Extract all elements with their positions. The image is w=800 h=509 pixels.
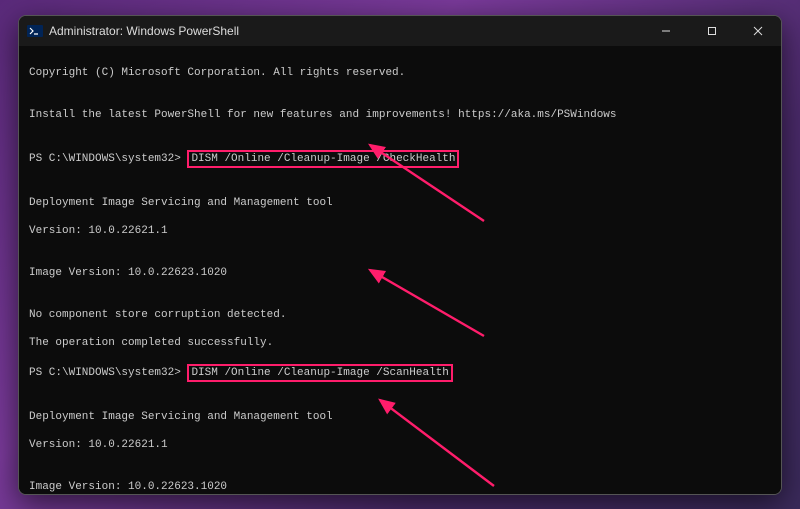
output-line: Version: 10.0.22621.1 — [29, 224, 771, 238]
window-title: Administrator: Windows PowerShell — [49, 24, 239, 38]
minimize-icon — [661, 26, 671, 36]
output-line: Image Version: 10.0.22623.1020 — [29, 480, 771, 494]
output-line: The operation completed successfully. — [29, 336, 771, 350]
prompt-line: PS C:\WINDOWS\system32> DISM /Online /Cl… — [29, 150, 771, 168]
powershell-icon — [27, 23, 43, 39]
annotation-arrow — [364, 236, 494, 372]
maximize-button[interactable] — [689, 16, 735, 46]
output-line: Image Version: 10.0.22623.1020 — [29, 266, 771, 280]
maximize-icon — [707, 26, 717, 36]
titlebar[interactable]: Administrator: Windows PowerShell — [19, 16, 781, 46]
minimize-button[interactable] — [643, 16, 689, 46]
close-icon — [753, 26, 763, 36]
output-line: No component store corruption detected. — [29, 308, 771, 322]
command-highlight: DISM /Online /Cleanup-Image /ScanHealth — [187, 364, 452, 382]
terminal-output[interactable]: Copyright (C) Microsoft Corporation. All… — [19, 46, 781, 494]
prompt-line: PS C:\WINDOWS\system32> DISM /Online /Cl… — [29, 364, 771, 382]
prompt: PS C:\WINDOWS\system32> — [29, 153, 187, 165]
output-line: Deployment Image Servicing and Managemen… — [29, 196, 771, 210]
command-highlight: DISM /Online /Cleanup-Image /CheckHealth — [187, 150, 459, 168]
output-line: Copyright (C) Microsoft Corporation. All… — [29, 66, 771, 80]
powershell-window: Administrator: Windows PowerShell Copyri… — [18, 15, 782, 495]
annotation-arrow — [374, 366, 504, 494]
output-line: Version: 10.0.22621.1 — [29, 438, 771, 452]
close-button[interactable] — [735, 16, 781, 46]
output-line: Deployment Image Servicing and Managemen… — [29, 410, 771, 424]
prompt: PS C:\WINDOWS\system32> — [29, 367, 187, 379]
output-line: Install the latest PowerShell for new fe… — [29, 108, 771, 122]
